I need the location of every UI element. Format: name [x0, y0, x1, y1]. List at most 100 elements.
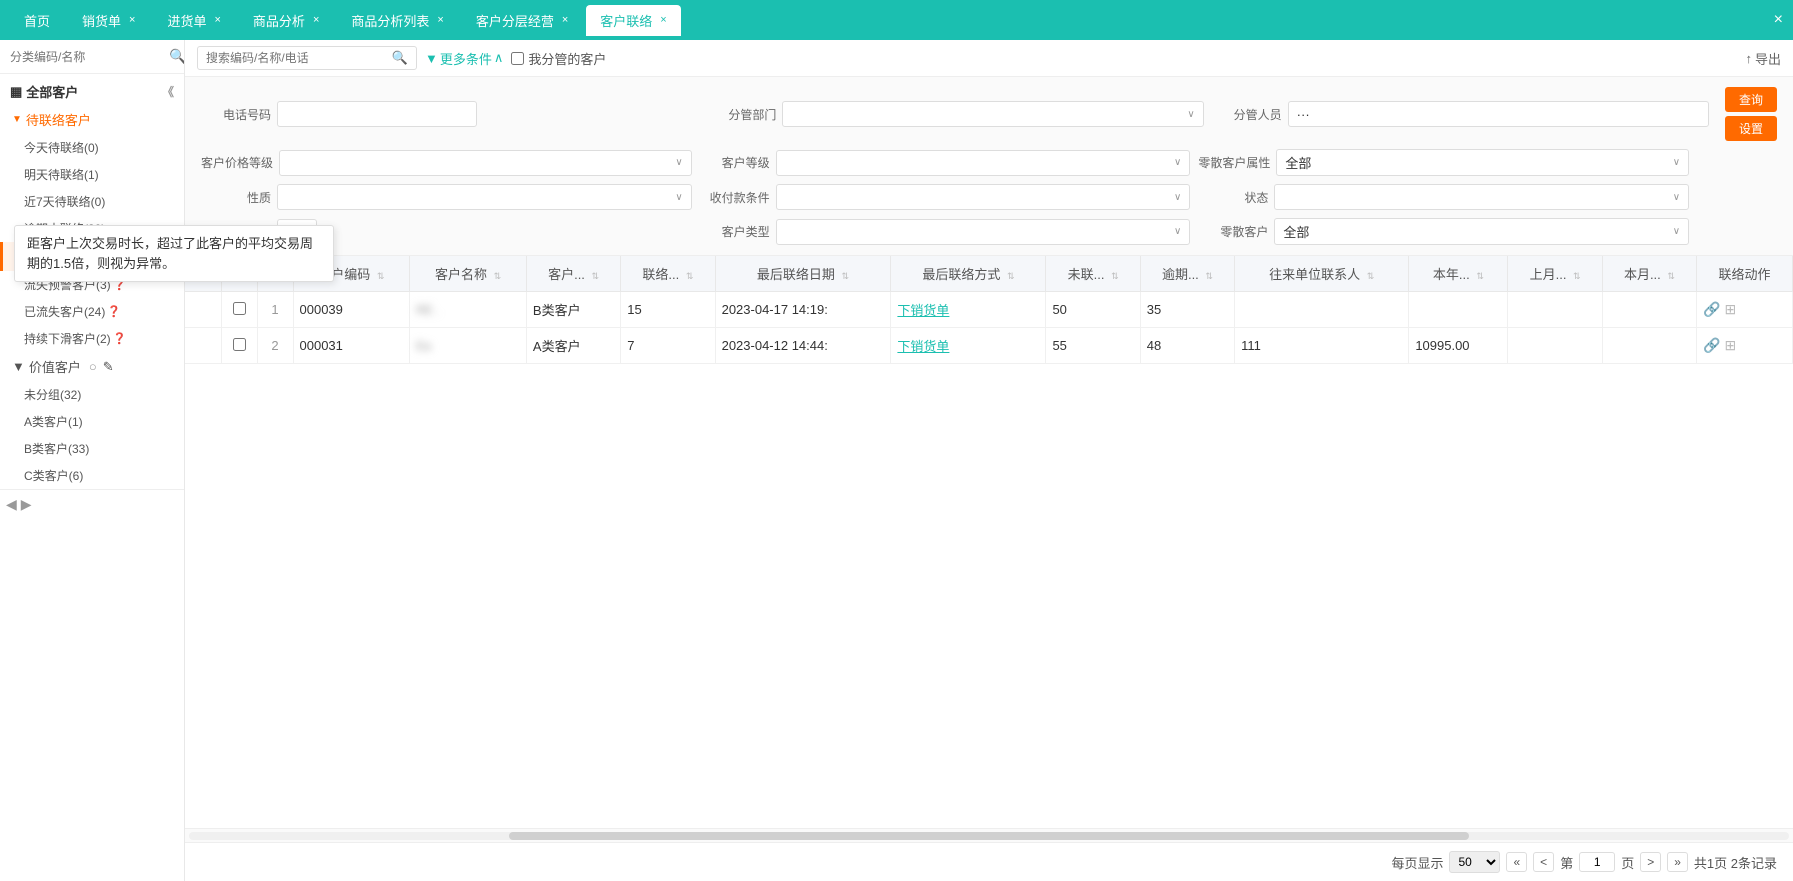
- field-phone: 电话号码: [201, 101, 698, 127]
- nav-customer-contact-label: 客户联络: [600, 11, 652, 30]
- sort-icon-overdue: ⇅: [1205, 271, 1213, 281]
- scroll-thumb[interactable]: [509, 832, 1469, 840]
- person-input[interactable]: ···: [1288, 101, 1709, 127]
- col-customer-type[interactable]: 客户... ⇅: [526, 256, 620, 292]
- row1-contacts: 15: [621, 292, 715, 328]
- settings-button[interactable]: 设置: [1725, 116, 1777, 141]
- col-last-date[interactable]: 最后联络日期 ⇅: [715, 256, 891, 292]
- sidebar-item-class-c[interactable]: C类客户(6): [0, 462, 184, 489]
- price-grade-label: 客户价格等级: [201, 154, 273, 171]
- close-all-button[interactable]: ×: [1774, 11, 1783, 29]
- sidebar-expand-arrow[interactable]: ▶: [21, 496, 32, 513]
- col-year-amount[interactable]: 本年... ⇅: [1409, 256, 1508, 292]
- nav-home[interactable]: 首页: [10, 5, 64, 36]
- sidebar-group-value[interactable]: ▼ 价值客户 ○ ✎: [0, 352, 184, 381]
- sidebar-item-7days[interactable]: 近7天待联络(0): [0, 188, 184, 215]
- sidebar-collapse-arrow[interactable]: ◀: [6, 496, 17, 513]
- more-filter-button[interactable]: ▼ 更多条件 ∧: [425, 49, 503, 68]
- row2-method-link[interactable]: 下销货单: [897, 339, 949, 354]
- total-records-label: 共1页 2条记录: [1694, 853, 1777, 872]
- col-contacts[interactable]: 联络... ⇅: [621, 256, 715, 292]
- tooltip-text: 距客户上次交易时长，超过了此客户的平均交易周期的1.5倍，则视为异常。: [27, 236, 313, 271]
- customer-grade-input[interactable]: ∨: [776, 150, 1191, 176]
- row1-link-icon[interactable]: 🔗: [1703, 301, 1720, 318]
- collapse-sidebar-button[interactable]: 《: [162, 83, 174, 100]
- row2-check-input[interactable]: [233, 338, 246, 351]
- my-customer-checkbox[interactable]: [511, 52, 524, 65]
- col-last-method[interactable]: 最后联络方式 ⇅: [891, 256, 1046, 292]
- add-icon[interactable]: ✎: [103, 359, 114, 375]
- nav-product-list[interactable]: 商品分析列表 ×: [337, 5, 457, 36]
- page-input[interactable]: [1579, 852, 1615, 872]
- row1-method-link[interactable]: 下销货单: [897, 303, 949, 318]
- col-unlink-days[interactable]: 未联... ⇅: [1046, 256, 1140, 292]
- phone-input[interactable]: [277, 101, 477, 127]
- nav-customer-contact[interactable]: 客户联络 ×: [586, 5, 680, 36]
- sidebar-search-input[interactable]: [10, 50, 165, 64]
- col-overdue[interactable]: 逾期... ⇅: [1140, 256, 1234, 292]
- first-page-button[interactable]: «: [1506, 852, 1527, 872]
- nav-customer-segment[interactable]: 客户分层经营 ×: [462, 5, 582, 36]
- nav-sales[interactable]: 销货单 ×: [68, 5, 149, 36]
- retail-customer-input[interactable]: 全部 ∨: [1274, 218, 1689, 245]
- search-input[interactable]: [206, 51, 388, 65]
- prev-page-button[interactable]: <: [1533, 852, 1554, 872]
- row2-code: 000031: [293, 328, 410, 364]
- price-grade-input[interactable]: ∨: [279, 150, 692, 176]
- row1-check-input[interactable]: [233, 302, 246, 315]
- sidebar-search-icon[interactable]: 🔍: [169, 48, 185, 65]
- retail-attr-input[interactable]: 全部 ∨: [1276, 149, 1689, 176]
- filter-row-2: 客户价格等级 ∨ 客户等级 ∨ 零散客户属性 全部: [201, 149, 1777, 176]
- next-page-button[interactable]: >: [1640, 852, 1661, 872]
- nav-customer-contact-close[interactable]: ×: [660, 14, 666, 26]
- row1-grid-icon[interactable]: ⊞: [1725, 301, 1737, 318]
- person-dots: ···: [1297, 107, 1310, 122]
- nav-customer-segment-close[interactable]: ×: [562, 14, 568, 26]
- group-arrow-icon: ▼: [12, 114, 22, 125]
- sidebar-item-ungrouped[interactable]: 未分组(32): [0, 381, 184, 408]
- sidebar-group-pending[interactable]: ▼ 待联络客户: [0, 105, 184, 134]
- sidebar-item-class-b[interactable]: B类客户(33): [0, 435, 184, 462]
- status-input[interactable]: ∨: [1274, 184, 1689, 210]
- sidebar-item-class-a[interactable]: A类客户(1): [0, 408, 184, 435]
- top-navigation: 首页 销货单 × 进货单 × 商品分析 × 商品分析列表 × 客户分层经营 × …: [0, 0, 1793, 40]
- row2-checkbox[interactable]: [221, 328, 257, 364]
- col-contact-person[interactable]: 往来单位联系人 ⇅: [1235, 256, 1409, 292]
- row2-link-icon[interactable]: 🔗: [1703, 337, 1720, 354]
- export-label: 导出: [1755, 49, 1781, 68]
- col-customer-name[interactable]: 客户名称 ⇅: [410, 256, 527, 292]
- query-button[interactable]: 查询: [1725, 87, 1777, 112]
- nav-sales-close[interactable]: ×: [129, 14, 135, 26]
- nav-product-analysis-close[interactable]: ×: [313, 14, 319, 26]
- field-retail-customer: 零散客户 全部 ∨: [1198, 218, 1689, 245]
- nav-product-list-close[interactable]: ×: [437, 14, 443, 26]
- edit-icon[interactable]: ○: [89, 359, 97, 374]
- row1-overdue: 35: [1140, 292, 1234, 328]
- row2-contact-person: 111: [1235, 328, 1409, 364]
- sort-icon-unlink: ⇅: [1111, 271, 1119, 281]
- col-last-month[interactable]: 上月... ⇅: [1508, 256, 1602, 292]
- col-this-month[interactable]: 本月... ⇅: [1602, 256, 1696, 292]
- nav-product-analysis[interactable]: 商品分析 ×: [239, 5, 333, 36]
- nav-purchase-close[interactable]: ×: [214, 14, 220, 26]
- payment-input[interactable]: ∨: [776, 184, 1191, 210]
- per-page-select[interactable]: 50 100: [1449, 851, 1500, 873]
- nav-purchase[interactable]: 进货单 ×: [153, 5, 234, 36]
- sidebar-item-declining[interactable]: 持续下滑客户(2) ❓: [0, 325, 184, 352]
- sidebar-item-lost[interactable]: 已流失客户(24) ❓: [0, 298, 184, 325]
- nature-input[interactable]: ∨: [277, 184, 692, 210]
- department-input[interactable]: ∨: [782, 101, 1203, 127]
- export-button[interactable]: ↑ 导出: [1745, 49, 1781, 68]
- row1-checkbox[interactable]: [221, 292, 257, 328]
- sidebar-item-tomorrow[interactable]: 明天待联络(1): [0, 161, 184, 188]
- nav-customer-segment-label: 客户分层经营: [476, 11, 554, 30]
- row1-code: 000039: [293, 292, 410, 328]
- sidebar-item-today[interactable]: 今天待联络(0): [0, 134, 184, 161]
- row2-grid-icon[interactable]: ⊞: [1725, 337, 1737, 354]
- row2-overdue: 48: [1140, 328, 1234, 364]
- horizontal-scrollbar[interactable]: [185, 828, 1793, 842]
- search-icon[interactable]: 🔍: [392, 50, 408, 66]
- customer-type-input[interactable]: ∨: [776, 219, 1191, 245]
- row2-last-date: 2023-04-12 14:44:: [715, 328, 891, 364]
- last-page-button[interactable]: »: [1667, 852, 1688, 872]
